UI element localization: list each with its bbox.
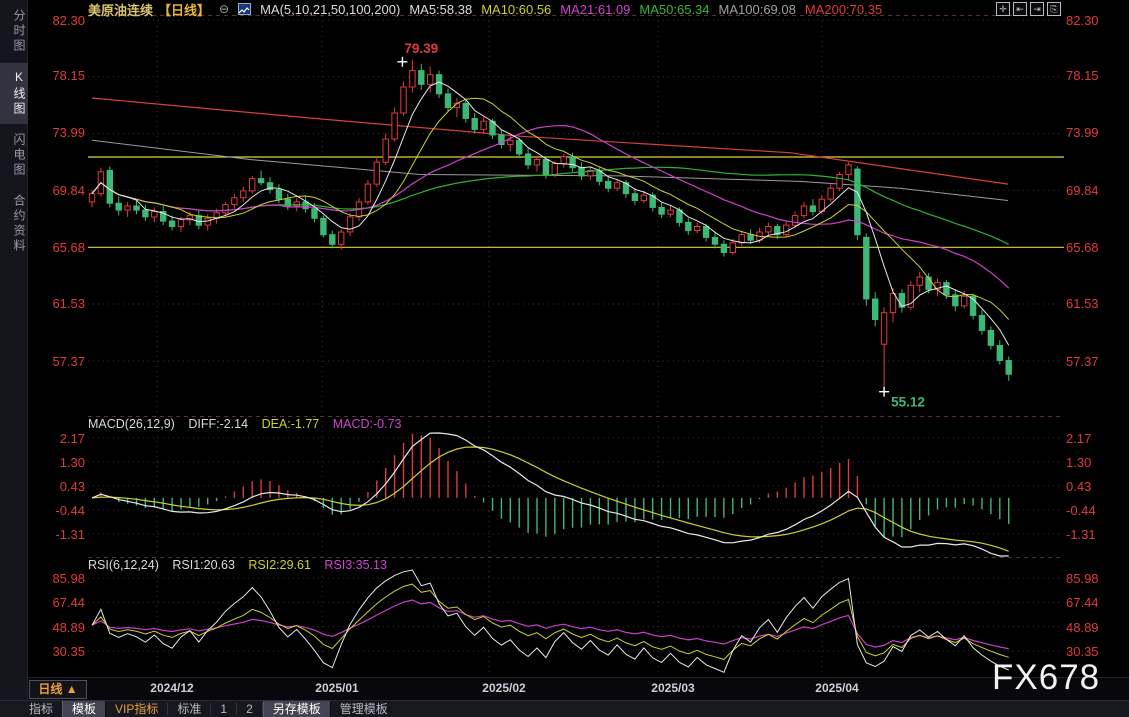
sidebar-item-lightning-chart[interactable]: 闪电图 (0, 126, 28, 185)
ma-chart-icon[interactable] (238, 3, 251, 15)
macd-axis-label: -1.31 (1066, 527, 1126, 542)
rsi3-value: RSI3:35.13 (324, 558, 387, 572)
macd-axis-label: -0.44 (1066, 503, 1126, 518)
toolbar-manage-template-button[interactable]: 管理模板 (331, 701, 397, 717)
low-annotation: 55.12 (891, 395, 925, 410)
price-axis-label: 69.84 (1066, 183, 1126, 198)
toolbar-indicators-button[interactable]: 指标 (20, 701, 62, 717)
price-axis-label: 61.53 (1066, 296, 1126, 311)
toolbar-standard-button[interactable]: 标准 (168, 701, 210, 717)
rsi-axis-label: 48.89 (1066, 620, 1126, 635)
date-axis-label: 2025/02 (469, 681, 539, 695)
ma21-line (92, 126, 1009, 289)
toolbar-save-template-button[interactable]: 另存模板 (263, 701, 331, 717)
macd-dea-value: DEA:-1.77 (262, 417, 320, 431)
macd-panel-header: MACD(26,12,9) DIFF:-2.14 DEA:-1.77 MACD:… (88, 417, 412, 431)
ma5-line (92, 82, 1009, 345)
price-axis-label: 78.15 (30, 68, 85, 83)
macd-axis-label: 0.43 (1066, 479, 1126, 494)
candles-group (89, 60, 1011, 392)
ma100-line (92, 140, 1008, 200)
rsi-title: RSI(6,12,24) (88, 558, 159, 572)
price-axis-label: 78.15 (1066, 68, 1126, 83)
move-crosshair-icon[interactable]: ✛ (996, 2, 1010, 16)
date-axis-label: 2024/12 (137, 681, 207, 695)
collapse-icon[interactable]: ⊖ (219, 2, 229, 16)
rsi-axis-label: 30.35 (30, 644, 85, 659)
symbol-title: 美原油连续 (88, 0, 153, 19)
ma200-line (92, 98, 1008, 184)
sidebar-item-kline-chart[interactable]: K线图 (0, 63, 28, 124)
rsi-axis-label: 85.98 (30, 571, 85, 586)
price-axis-label: 65.68 (30, 240, 85, 255)
price-axis-label: 61.53 (30, 296, 85, 311)
price-axis-label: 73.99 (1066, 125, 1126, 140)
price-axis-label: 82.30 (30, 13, 85, 28)
macd-axis-label: 2.17 (30, 431, 85, 446)
macd-dea-line (92, 447, 1009, 551)
macd-axis-label: 1.30 (1066, 455, 1126, 470)
date-axis-label: 2025/03 (638, 681, 708, 695)
macd-axis-label: 2.17 (1066, 431, 1126, 446)
macd-value: MACD:-0.73 (333, 417, 402, 431)
pop-out-icon[interactable]: ⎘ (1047, 2, 1061, 16)
price-axis-label: 65.68 (1066, 240, 1126, 255)
date-axis-label: 2025/04 (802, 681, 872, 695)
rsi-axis-label: 85.98 (1066, 571, 1126, 586)
sidebar-item-timeshare-chart[interactable]: 分时图 (0, 2, 28, 61)
axis-scale-left-icon[interactable]: ⇤ (1013, 2, 1027, 16)
toolbar-slot2-button[interactable]: 2 (237, 701, 262, 717)
macd-axis-label: -1.31 (30, 527, 85, 542)
rsi-axis-label: 67.44 (30, 595, 85, 610)
rsi-axis-label: 48.89 (30, 620, 85, 635)
ma100-value: MA100:69.08 (719, 2, 796, 17)
price-chart-canvas[interactable]: 79.39 55.12 (0, 0, 1129, 717)
sidebar-item-contract-info[interactable]: 合约资料 (0, 187, 28, 261)
rsi-panel-header: RSI(6,12,24) RSI1:20.63 RSI2:29.61 RSI3:… (88, 558, 397, 572)
price-axis-label: 82.30 (1066, 13, 1126, 28)
macd-axis-label: -0.44 (30, 503, 85, 518)
price-axis-label: 73.99 (30, 125, 85, 140)
ma10-value: MA10:60.56 (481, 2, 551, 17)
price-axis-label: 69.84 (30, 183, 85, 198)
ma21-value: MA21:61.09 (560, 2, 630, 17)
chart-type-sidebar: 分时图 K线图 闪电图 合约资料 (0, 0, 28, 717)
toolbar-template-button[interactable]: 模板 (62, 701, 106, 717)
chart-toolbox: ✛ ⇤ ⇥ ⎘ (996, 2, 1061, 16)
ma5-value: MA5:58.38 (409, 2, 472, 17)
fx678-watermark: FX678 (992, 658, 1122, 698)
macd-title: MACD(26,12,9) (88, 417, 175, 431)
macd-histogram-group (92, 434, 1009, 538)
price-axis-label: 57.37 (30, 354, 85, 369)
ma50-line (92, 167, 1009, 244)
ma-settings-label: MA(5,10,21,50,100,200) (260, 2, 400, 17)
date-axis-label: 2025/01 (302, 681, 372, 695)
macd-diff-value: DIFF:-2.14 (188, 417, 248, 431)
macd-axis-label: 0.43 (30, 479, 85, 494)
toolbar-vip-indicators-button[interactable]: VIP指标 (106, 701, 167, 717)
period-tag: 【日线】 (158, 0, 210, 19)
macd-axis-label: 1.30 (30, 455, 85, 470)
rsi2-line (92, 584, 1009, 659)
trading-app-window: 分时图 K线图 闪电图 合约资料 美原油连续 【日线】 ⊖ MA(5,10,21… (0, 0, 1129, 717)
high-annotation: 79.39 (404, 41, 438, 56)
rsi-axis-label: 67.44 (1066, 595, 1126, 610)
price-axis-label: 57.37 (1066, 354, 1126, 369)
rsi1-value: RSI1:20.63 (172, 558, 235, 572)
ma200-value: MA200:70.35 (805, 2, 882, 17)
chart-header: 美原油连续 【日线】 ⊖ MA(5,10,21,50,100,200) MA5:… (88, 1, 891, 17)
period-selector[interactable]: 日线 ▲ (29, 680, 87, 699)
ma50-value: MA50:65.34 (639, 2, 709, 17)
bottom-toolbar: 指标 模板 VIP指标 标准 1 2 另存模板 管理模板 (0, 700, 1129, 717)
rsi2-value: RSI2:29.61 (248, 558, 311, 572)
macd-diff-line (92, 433, 1009, 556)
rsi-axis-label: 30.35 (1066, 644, 1126, 659)
axis-scale-right-icon[interactable]: ⇥ (1030, 2, 1044, 16)
toolbar-slot1-button[interactable]: 1 (211, 701, 236, 717)
ma10-line (92, 98, 1009, 319)
